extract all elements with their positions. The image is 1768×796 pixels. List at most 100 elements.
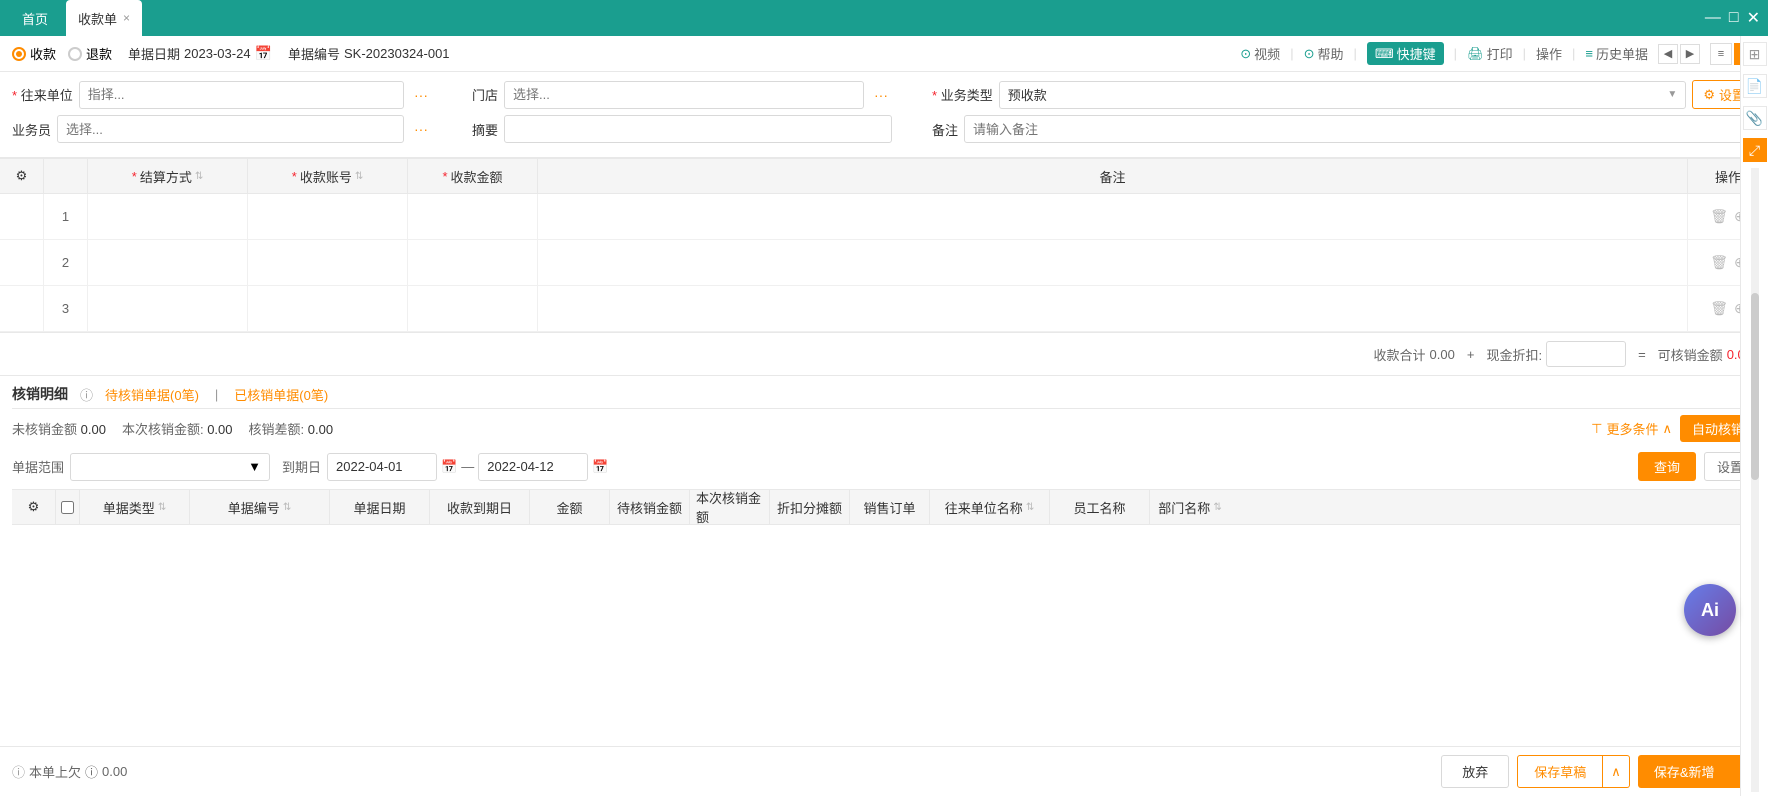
bth-customer-sort-icon[interactable]: ⇅ [1026, 502, 1034, 513]
sidebar-attach-icon[interactable]: 📎 [1743, 106, 1767, 130]
tab-verified[interactable]: 已核销单据(0笔) [234, 385, 328, 404]
td-settle-3[interactable] [88, 286, 248, 331]
td-settle-2[interactable] [88, 240, 248, 285]
sidebar-doc-icon[interactable]: 📄 [1743, 74, 1767, 98]
ai-button[interactable]: Ai [1684, 584, 1736, 636]
stat-current: 本次核销金额: 0.00 [122, 419, 233, 438]
summary-input[interactable] [504, 115, 892, 143]
biz-type-select[interactable]: 预收款 ▼ [999, 81, 1687, 109]
biz-required: * [932, 88, 937, 103]
td-amount-2[interactable] [408, 240, 538, 285]
due-to-calendar-icon[interactable]: 📅 [592, 459, 608, 475]
tab-receipt[interactable]: 收款单 × [66, 0, 142, 36]
toolbar: 收款 退款 单据日期 2023-03-24 📅 单据编号 SK-20230324… [0, 36, 1768, 72]
nav-next-btn[interactable]: ▶ [1680, 44, 1700, 64]
operation-btn[interactable]: 操作 [1536, 44, 1562, 63]
receipt-table: ⚙ * 结算方式 ⇅ * 收款账号 ⇅ * 收款金额 备注 操作 [0, 158, 1768, 333]
footer-info-icon[interactable]: ⓘ [12, 762, 25, 781]
radio-refund[interactable]: 退款 [68, 44, 112, 63]
td-remark-1[interactable] [538, 194, 1688, 239]
abandon-btn[interactable]: 放弃 [1441, 755, 1509, 788]
radio-receipt[interactable]: 收款 [12, 44, 56, 63]
filter-more-btn[interactable]: ⊤ 更多条件 ∧ [1591, 419, 1672, 438]
bth-checkbox[interactable] [56, 490, 80, 524]
window-close-icon[interactable]: ✕ [1747, 8, 1760, 28]
due-from-calendar-icon[interactable]: 📅 [441, 459, 457, 475]
delete-icon-2[interactable]: 🗑 [1710, 254, 1728, 271]
settings-icon: ⚙ [16, 168, 28, 184]
footer-info-icon2: ⓘ [85, 762, 98, 781]
td-amount-3[interactable] [408, 286, 538, 331]
date-field: 单据日期 2023-03-24 📅 [128, 44, 272, 63]
staff-more-btn[interactable]: ··· [410, 121, 432, 137]
select-all-checkbox[interactable] [61, 501, 74, 514]
summary-field: 摘要 [472, 115, 892, 143]
help-label: 帮助 [1317, 44, 1343, 63]
store-field: 门店 ··· [472, 81, 892, 109]
td-account-2[interactable] [248, 240, 408, 285]
result-label: 可核销金额 [1658, 345, 1723, 364]
td-account-1[interactable] [248, 194, 408, 239]
print-btn[interactable]: 🖨 打印 [1467, 44, 1513, 63]
radio-refund-label: 退款 [86, 44, 112, 63]
th-account-sort-icon[interactable]: ⇅ [355, 171, 363, 182]
shortcut-btn[interactable]: ⌨ 快捷键 [1367, 42, 1444, 65]
delete-icon-3[interactable]: 🗑 [1710, 300, 1728, 317]
bth-no-sort-icon[interactable]: ⇅ [283, 502, 291, 513]
table-row: 2 🗑 ⊕ [0, 240, 1768, 286]
th-num [44, 159, 88, 193]
window-minimize-icon[interactable]: — [1705, 9, 1721, 27]
range-field: 单据范围 ▼ [12, 453, 270, 481]
scrollbar-thumb[interactable] [1751, 293, 1759, 480]
note-input[interactable] [964, 115, 1756, 143]
th-settle-sort-icon[interactable]: ⇅ [195, 171, 203, 182]
verify-filter-right: ⊤ 更多条件 ∧ 自动核销 [1591, 415, 1756, 442]
window-maximize-icon[interactable]: □ [1729, 9, 1739, 27]
td-remark-3[interactable] [538, 286, 1688, 331]
range-label: 单据范围 [12, 457, 64, 476]
history-btn[interactable]: ≡ 历史单据 [1585, 44, 1648, 63]
due-from-input[interactable] [327, 453, 437, 481]
range-select[interactable]: ▼ [70, 453, 270, 481]
discount-input[interactable] [1546, 341, 1626, 367]
td-settings-3 [0, 286, 44, 331]
bth-type-sort-icon[interactable]: ⇅ [158, 502, 166, 513]
td-amount-1[interactable] [408, 194, 538, 239]
form-row-1: * 往来单位 ··· 门店 ··· * 业务类型 预收款 ▼ [12, 80, 1756, 109]
no-value: SK-20230324-001 [344, 46, 450, 61]
staff-input[interactable] [57, 115, 404, 143]
store-more-btn[interactable]: ··· [870, 87, 892, 103]
scrollbar[interactable] [1751, 168, 1759, 792]
sidebar-table-icon[interactable]: ⊞ [1743, 42, 1767, 66]
td-account-3[interactable] [248, 286, 408, 331]
view-list-btn[interactable]: ≡ [1710, 43, 1732, 65]
sidebar-expand-icon[interactable]: ⤢ [1743, 138, 1767, 162]
tab-home[interactable]: 首页 [8, 0, 62, 36]
bth-dept-sort-icon[interactable]: ⇅ [1213, 502, 1221, 513]
delete-icon-1[interactable]: 🗑 [1710, 208, 1728, 225]
nav-prev-btn[interactable]: ◀ [1658, 44, 1678, 64]
td-remark-2[interactable] [538, 240, 1688, 285]
filter-icon: ⊤ [1591, 421, 1602, 437]
tab-pending[interactable]: 待核销单据(0笔) [105, 385, 199, 404]
video-btn[interactable]: ⊙ 视频 [1240, 44, 1280, 63]
draft-btn[interactable]: 保存草稿 [1517, 755, 1603, 788]
partner-input[interactable] [79, 81, 404, 109]
save-btn[interactable]: 保存&新增 [1638, 755, 1731, 788]
due-to-input[interactable] [478, 453, 588, 481]
help-btn[interactable]: ⊙ 帮助 [1304, 44, 1344, 63]
receipt-type-radio: 收款 退款 [12, 44, 112, 63]
td-settle-1[interactable] [88, 194, 248, 239]
draft-arrow-btn[interactable]: ∧ [1603, 755, 1630, 788]
bth-settings[interactable]: ⚙ [12, 490, 56, 524]
bth-dept: 部门名称 ⇅ [1150, 490, 1230, 524]
draft-btn-group: 保存草稿 ∧ [1517, 755, 1630, 788]
date-calendar-icon[interactable]: 📅 [255, 45, 272, 62]
store-input[interactable] [504, 81, 864, 109]
partner-label: * 往来单位 [12, 85, 73, 104]
partner-more-btn[interactable]: ··· [410, 87, 432, 103]
th-settings[interactable]: ⚙ [0, 159, 44, 193]
query-btn[interactable]: 查询 [1638, 452, 1696, 481]
tab-close-icon[interactable]: × [123, 11, 130, 25]
verify-info-icon[interactable]: ⓘ [80, 385, 93, 404]
